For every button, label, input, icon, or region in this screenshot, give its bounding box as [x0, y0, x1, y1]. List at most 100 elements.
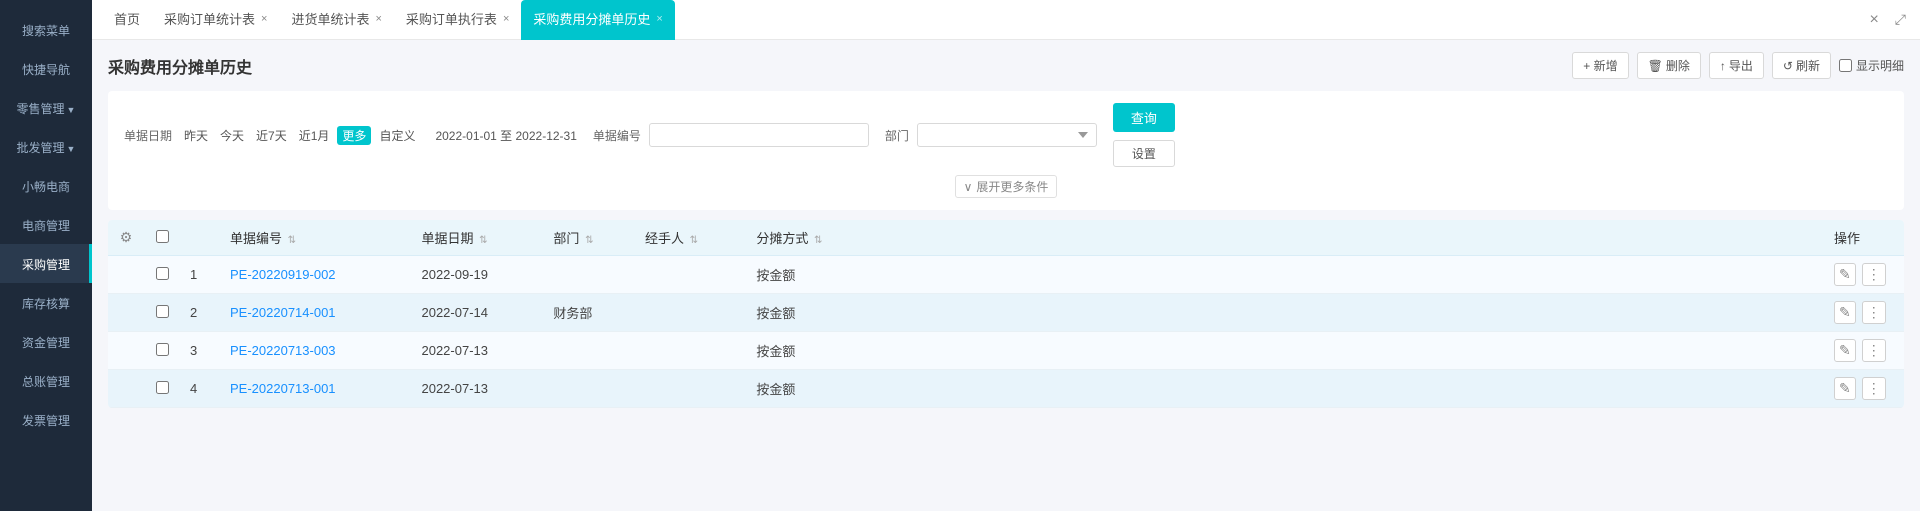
gear-icon[interactable]: ⚙ — [120, 229, 133, 245]
row-docno-link-3[interactable]: PE-20220713-001 — [230, 381, 336, 396]
export-button[interactable]: ↑ 导出 — [1709, 52, 1764, 79]
tab-import-stats[interactable]: 进货单统计表× — [279, 0, 393, 40]
sidebar-label-mini: 小畅电商 — [5, 178, 87, 195]
sidebar-item-mini[interactable]: 小畅电商 — [0, 166, 92, 205]
maximize-button[interactable]: ⤢ — [1891, 11, 1910, 28]
row-checkbox-3 — [144, 370, 180, 408]
checkbox-col-header — [144, 220, 180, 256]
sidebar-item-wholesale[interactable]: 批发管理▼ — [0, 127, 92, 166]
row-docno-link-0[interactable]: PE-20220919-002 — [230, 267, 336, 282]
docno-col-header: 单据编号 ⇅ — [220, 220, 411, 256]
more-icon-2[interactable]: ⋮ — [1862, 339, 1886, 362]
show-columns-checkbox[interactable]: 显示明细 — [1839, 57, 1904, 74]
search-row: 单据日期 昨天 今天 近7天 近1月 更多 自定义 2022-01-01 至 2… — [124, 103, 1888, 167]
gear-col-header: ⚙ — [108, 220, 144, 256]
row-docno-link-2[interactable]: PE-20220713-003 — [230, 343, 336, 358]
tab-close-purchase-order-stats[interactable]: × — [261, 13, 267, 25]
row-dept-0 — [543, 256, 635, 294]
sidebar-item-retail[interactable]: 零售管理▼ — [0, 88, 92, 127]
dept-sort-icon[interactable]: ⇅ — [585, 235, 593, 246]
sidebar: 搜索菜单快捷导航零售管理▼批发管理▼ 小畅电商电商管理采购管理库存核算资金管理总账… — [0, 0, 92, 511]
row-action-0: ✎ ⋮ — [1824, 256, 1904, 294]
row-checkbox-input-1[interactable] — [156, 305, 169, 318]
add-button[interactable]: + 新增 — [1572, 52, 1628, 79]
query-button[interactable]: 查询 — [1113, 103, 1175, 132]
more-icon-0[interactable]: ⋮ — [1862, 263, 1886, 286]
sidebar-label-inventory: 库存核算 — [5, 295, 87, 312]
sidebar-item-search[interactable]: 搜索菜单 — [0, 10, 92, 49]
row-gear-0 — [108, 256, 144, 294]
row-gear-3 — [108, 370, 144, 408]
dept-field: 部门 — [885, 123, 1097, 147]
sidebar-item-ecommerce[interactable]: 电商管理 — [0, 205, 92, 244]
custom-btn[interactable]: 自定义 — [375, 126, 419, 145]
edit-icon-3[interactable]: ✎ — [1834, 377, 1856, 400]
refresh-icon: ↺ — [1783, 59, 1793, 73]
date-search-field: 单据日期 昨天 今天 近7天 近1月 更多 自定义 — [124, 126, 419, 145]
sidebar-label-accounting: 总账管理 — [5, 373, 87, 390]
tab-purchase-order-exec[interactable]: 采购订单执行表 × — [394, 0, 521, 40]
sidebar-item-purchase[interactable]: 采购管理 — [0, 244, 92, 283]
today-btn[interactable]: 今天 — [216, 126, 248, 145]
settings-button[interactable]: 设置 — [1113, 140, 1175, 167]
docno-sort-icon[interactable]: ⇅ — [288, 235, 296, 246]
row-date-2: 2022-07-13 — [411, 332, 543, 370]
docno-input[interactable] — [649, 123, 869, 147]
sidebar-label-finance: 资金管理 — [5, 334, 87, 351]
more-icon-1[interactable]: ⋮ — [1862, 301, 1886, 324]
row-dept-3 — [543, 370, 635, 408]
sidebar-item-accounting[interactable]: 总账管理 — [0, 361, 92, 400]
dept-col-header: 部门 ⇅ — [543, 220, 635, 256]
action-btns-0: ✎ ⋮ — [1834, 263, 1894, 286]
row-docno-3: PE-20220713-001 — [220, 370, 411, 408]
delete-button[interactable]: 🗑 删除 — [1637, 52, 1701, 79]
select-all-checkbox[interactable] — [156, 230, 169, 243]
last1month-btn[interactable]: 近1月 — [295, 126, 334, 145]
row-checkbox-input-3[interactable] — [156, 381, 169, 394]
sidebar-item-quick[interactable]: 快捷导航 — [0, 49, 92, 88]
date-sort-icon[interactable]: ⇅ — [479, 235, 487, 246]
date-label: 单据日期 — [124, 127, 172, 144]
yesterday-btn[interactable]: 昨天 — [180, 126, 212, 145]
tab-close-purchase-order-exec[interactable]: × — [503, 13, 509, 25]
more-icon-3[interactable]: ⋮ — [1862, 377, 1886, 400]
date-range-value: 2022-01-01 至 2022-12-31 — [435, 127, 576, 144]
row-checkbox-1 — [144, 294, 180, 332]
show-columns-input[interactable] — [1839, 59, 1852, 72]
table-header: ⚙ 单据编号 ⇅ 单据日期 ⇅ — [108, 220, 1904, 256]
handler-sort-icon[interactable]: ⇅ — [690, 235, 698, 246]
split-sort-icon[interactable]: ⇅ — [814, 235, 822, 246]
row-split-2: 按金额 — [746, 332, 1824, 370]
tab-label-purchase-order-stats: 采购订单统计表 — [164, 9, 255, 28]
row-checkbox-input-2[interactable] — [156, 343, 169, 356]
expand-more-button[interactable]: ∨ 展开更多条件 — [955, 175, 1058, 198]
row-action-1: ✎ ⋮ — [1824, 294, 1904, 332]
tab-label-purchase-order-exec: 采购订单执行表 — [406, 9, 497, 28]
tab-close-import-stats[interactable]: × — [375, 13, 381, 25]
action-btns-3: ✎ ⋮ — [1834, 377, 1894, 400]
sidebar-item-invoice[interactable]: 发票管理 — [0, 400, 92, 439]
row-checkbox-input-0[interactable] — [156, 267, 169, 280]
sidebar-label-invoice: 发票管理 — [5, 412, 87, 429]
tab-purchase-order-stats[interactable]: 采购订单统计表 × — [152, 0, 279, 40]
tab-close-purchase-cost-history[interactable]: × — [656, 13, 662, 25]
row-docno-0: PE-20220919-002 — [220, 256, 411, 294]
row-gear-2 — [108, 332, 144, 370]
page-title: 采购费用分摊单历史 — [108, 54, 252, 78]
tab-home[interactable]: 首页 — [102, 0, 152, 40]
refresh-button[interactable]: ↺ 刷新 — [1772, 52, 1831, 79]
last7days-btn[interactable]: 近7天 — [252, 126, 291, 145]
edit-icon-2[interactable]: ✎ — [1834, 339, 1856, 362]
row-docno-link-1[interactable]: PE-20220714-001 — [230, 305, 336, 320]
close-window-button[interactable]: × — [1865, 11, 1882, 29]
tab-purchase-cost-history[interactable]: 采购费用分摊单历史× — [521, 0, 674, 40]
row-date-1: 2022-07-14 — [411, 294, 543, 332]
date-col-label: 单据日期 — [421, 231, 473, 246]
split-col-label: 分摊方式 — [756, 231, 808, 246]
dept-select[interactable] — [917, 123, 1097, 147]
sidebar-item-inventory[interactable]: 库存核算 — [0, 283, 92, 322]
edit-icon-1[interactable]: ✎ — [1834, 301, 1856, 324]
edit-icon-0[interactable]: ✎ — [1834, 263, 1856, 286]
sidebar-item-finance[interactable]: 资金管理 — [0, 322, 92, 361]
more-btn[interactable]: 更多 — [337, 126, 371, 145]
